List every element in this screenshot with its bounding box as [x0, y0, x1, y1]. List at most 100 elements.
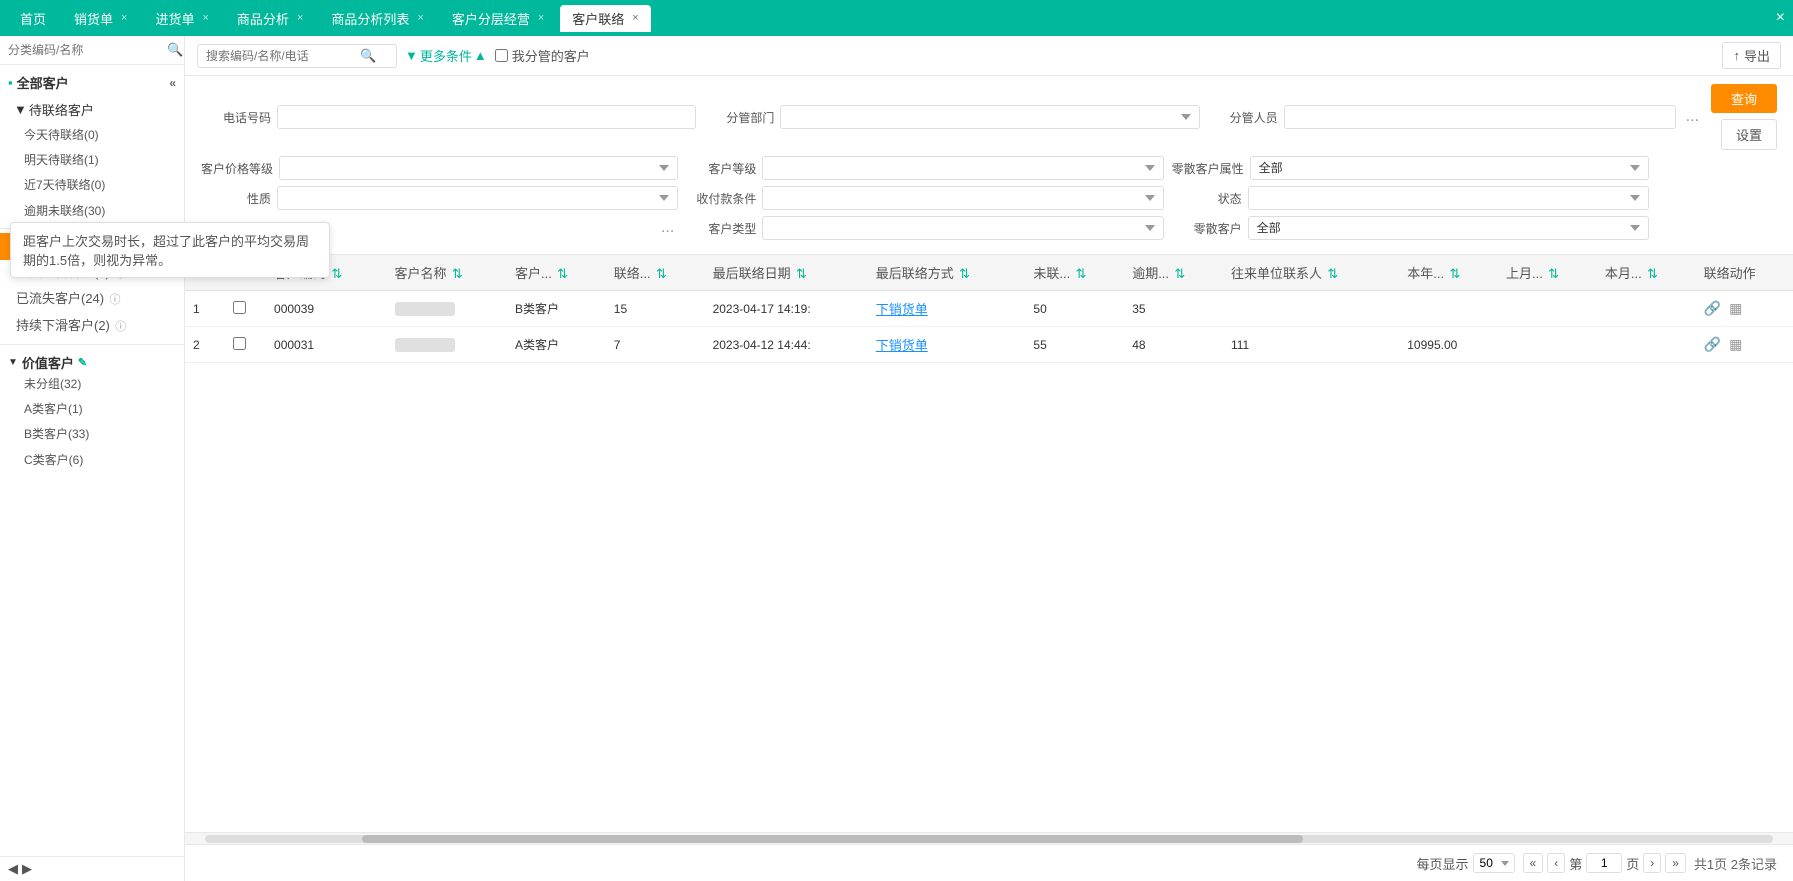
row-checkbox-2[interactable] — [233, 337, 246, 350]
sort-unit-contacts-icon[interactable]: ⇅ — [1327, 266, 1338, 281]
sidebar-bottom[interactable]: ◀ ▶ — [0, 856, 184, 881]
sort-this-year-icon[interactable]: ⇅ — [1449, 266, 1460, 281]
settings-button[interactable]: 设置 — [1721, 119, 1777, 150]
filter-actions: 查询 设置 — [1711, 84, 1777, 150]
export-button[interactable]: ↑ 导出 — [1722, 42, 1781, 69]
sort-code-icon[interactable]: ⇅ — [331, 266, 342, 281]
filter-nature: 性质 — [201, 186, 678, 210]
nature-label: 性质 — [201, 190, 271, 207]
customer-level-select[interactable] — [762, 156, 1163, 180]
cell-date-2: 2023-04-12 14:44: — [705, 327, 868, 363]
page-number-input[interactable] — [1586, 853, 1622, 873]
value-customer-group: ▼ 价值客户 ✎ 未分组(32) A类客户(1) B类客户(33) C类客户(6… — [0, 349, 184, 477]
cell-this-month-2 — [1597, 327, 1696, 363]
action-grid-icon-1[interactable]: ▦ — [1729, 300, 1742, 317]
sidebar-item-class-c[interactable]: C类客户(6) — [8, 448, 176, 473]
payment-label: 收付款条件 — [686, 190, 756, 207]
cell-type-2: A类客户 — [507, 327, 606, 363]
pagination-bar: 每页显示 50 « ‹ 第 页 › » 共1页 2条记录 — [185, 844, 1793, 881]
sidebar-item-tomorrow[interactable]: 明天待联络(1) — [8, 148, 184, 173]
close-product-analysis-list[interactable]: × — [417, 12, 423, 24]
method-link-1[interactable]: 下销货单 — [876, 302, 928, 317]
sidebar-item-ungrouped[interactable]: 未分组(32) — [8, 372, 176, 397]
sort-method-icon[interactable]: ⇅ — [959, 266, 970, 281]
filter-retail-customer: 零散客户 全部 — [1172, 216, 1649, 240]
close-purchase-order[interactable]: × — [202, 12, 208, 24]
payment-select[interactable] — [762, 186, 1163, 210]
close-sales-order[interactable]: × — [121, 12, 127, 24]
sidebar-collapse-btn[interactable]: « — [169, 76, 176, 90]
info-icon-churned: ⓘ — [109, 294, 120, 306]
sort-this-month-icon[interactable]: ⇅ — [1647, 266, 1658, 281]
cell-checkbox-2 — [225, 327, 266, 363]
close-customer-contact[interactable]: × — [632, 12, 638, 24]
status-select[interactable] — [1248, 186, 1649, 210]
customer-type-select[interactable] — [762, 216, 1163, 240]
sidebar-item-7days[interactable]: 近7天待联络(0) — [8, 173, 184, 198]
nav-product-analysis[interactable]: 商品分析 × — [225, 5, 315, 32]
prev-page-btn[interactable]: ‹ — [1547, 853, 1565, 873]
nav-product-analysis-list[interactable]: 商品分析列表 × — [319, 5, 435, 32]
status-label: 状态 — [1172, 190, 1242, 207]
close-product-analysis[interactable]: × — [297, 12, 303, 24]
sidebar-item-today[interactable]: 今天待联络(0) — [8, 123, 184, 148]
main-search-input[interactable] — [206, 49, 356, 63]
sort-name-icon[interactable]: ⇅ — [452, 266, 463, 281]
dept-select[interactable] — [780, 105, 1199, 129]
window-close-button[interactable]: × — [1776, 9, 1785, 27]
my-customers-input[interactable] — [495, 49, 508, 62]
row-checkbox-1[interactable] — [233, 301, 246, 314]
sort-date-icon[interactable]: ⇅ — [796, 266, 807, 281]
cell-contacts-1 — [1223, 291, 1399, 327]
my-customers-checkbox[interactable]: 我分管的客户 — [495, 46, 590, 65]
nav-customer-contact[interactable]: 客户联络 × — [560, 5, 650, 32]
main-search-icon[interactable]: 🔍 — [360, 48, 376, 64]
nav-purchase-order[interactable]: 进货单 × — [143, 5, 220, 32]
nav-home[interactable]: 首页 — [8, 5, 58, 32]
scrollbar-track — [205, 835, 1773, 843]
nav-customer-tier[interactable]: 客户分层经营 × — [440, 5, 556, 32]
sidebar-item-churned[interactable]: 已流失客户(24) ⓘ — [0, 286, 184, 313]
manager-input[interactable] — [1284, 105, 1676, 129]
customer-table: ⚙ 客户编码 ⇅ 客户名称 ⇅ — [185, 255, 1793, 363]
retail-customer-select[interactable]: 全部 — [1248, 216, 1649, 240]
sidebar-search-input[interactable] — [8, 43, 163, 57]
nav-sales-order[interactable]: 销货单 × — [62, 5, 139, 32]
sidebar-item-class-b[interactable]: B类客户(33) — [8, 422, 176, 447]
price-level-select[interactable] — [279, 156, 678, 180]
filter-row-3: 性质 收付款条件 状态 — [201, 186, 1777, 210]
phone-input[interactable] — [277, 105, 696, 129]
edit-value-group-icon[interactable]: ✎ — [78, 356, 87, 369]
retail-attr-select[interactable]: 全部 — [1250, 156, 1649, 180]
sort-last-month-icon[interactable]: ⇅ — [1548, 266, 1559, 281]
value-customer-title[interactable]: ▼ 价值客户 ✎ — [8, 353, 176, 372]
query-button[interactable]: 查询 — [1711, 84, 1777, 113]
sidebar-item-declining[interactable]: 持续下滑客户(2) ⓘ — [0, 313, 184, 340]
sort-overdue-icon[interactable]: ⇅ — [1174, 266, 1185, 281]
arrow-right-icon: ▶ — [22, 861, 32, 877]
pending-contact-title[interactable]: ▼ 待联络客户 — [8, 96, 184, 123]
content-area: 距客户上次交易时长，超过了此客户的平均交易周期的1.5倍，则视为异常。 🔍 ▼ … — [185, 36, 1793, 881]
action-link-icon-2[interactable]: 🔗 — [1704, 336, 1721, 353]
sidebar-item-class-a[interactable]: A类客户(1) — [8, 397, 176, 422]
action-link-icon-1[interactable]: 🔗 — [1704, 300, 1721, 317]
manager-dots[interactable]: ... — [1682, 108, 1703, 126]
sidebar-search-icon[interactable]: 🔍 — [167, 42, 183, 58]
sidebar-item-overdue[interactable]: 逾期未联络(30) — [8, 199, 184, 224]
first-page-btn[interactable]: « — [1523, 853, 1544, 873]
sort-type-icon[interactable]: ⇅ — [557, 266, 568, 281]
close-customer-tier[interactable]: × — [538, 12, 544, 24]
more-filter-dots[interactable]: ... — [657, 219, 678, 237]
per-page-select[interactable]: 50 — [1473, 853, 1515, 873]
sort-contact-icon[interactable]: ⇅ — [656, 266, 667, 281]
horizontal-scrollbar[interactable] — [185, 832, 1793, 844]
sort-uncontacted-icon[interactable]: ⇅ — [1076, 266, 1087, 281]
next-page-btn[interactable]: › — [1643, 853, 1661, 873]
more-conditions-btn[interactable]: ▼ 更多条件 ▲ — [405, 46, 487, 65]
filter-retail-attr: 零散客户属性 全部 — [1172, 156, 1649, 180]
scrollbar-thumb[interactable] — [362, 835, 1303, 843]
last-page-btn[interactable]: » — [1665, 853, 1686, 873]
action-grid-icon-2[interactable]: ▦ — [1729, 336, 1742, 353]
nature-select[interactable] — [277, 186, 678, 210]
method-link-2[interactable]: 下销货单 — [876, 338, 928, 353]
